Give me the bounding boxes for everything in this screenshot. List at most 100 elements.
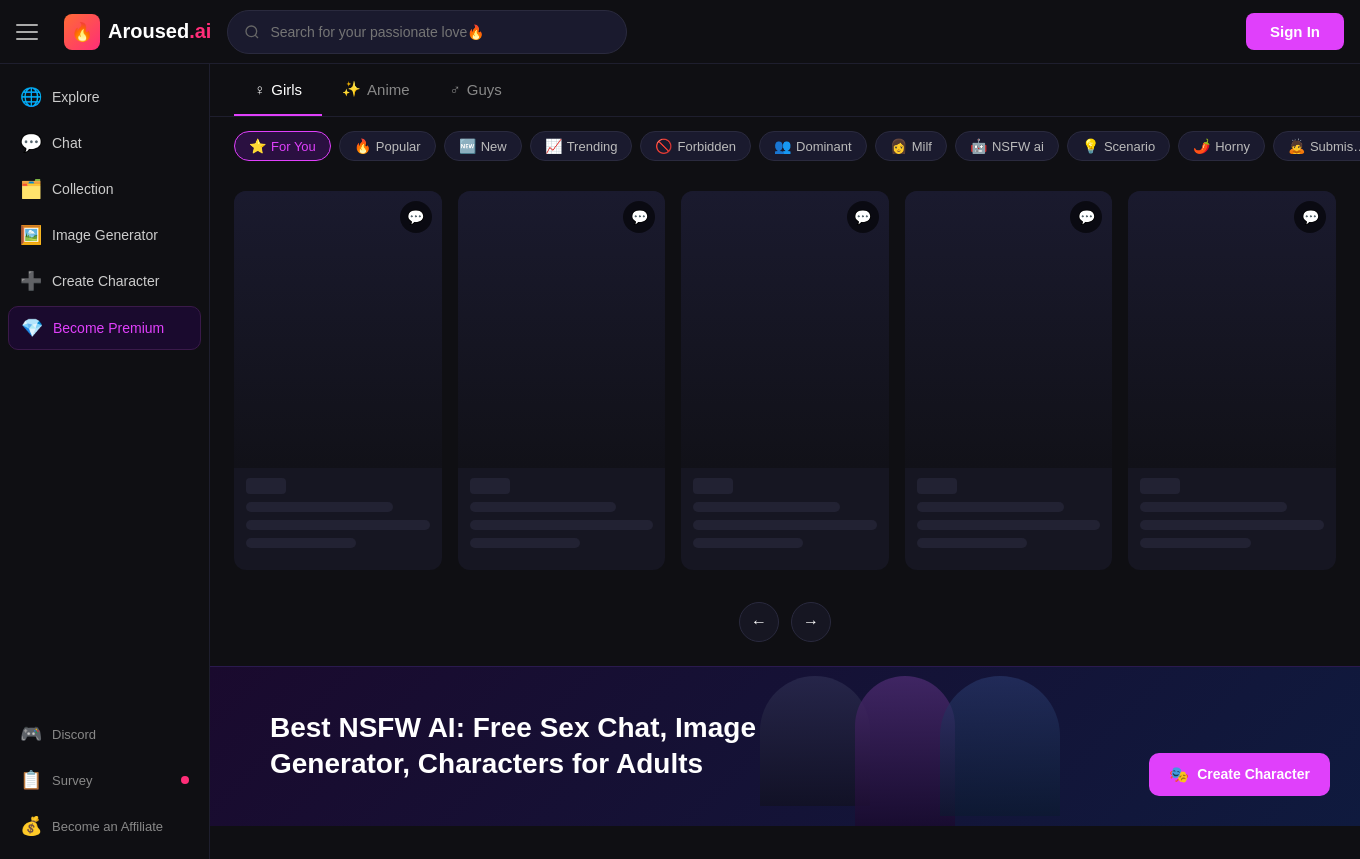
skeleton-line-3 [693, 538, 803, 548]
notification-dot [181, 776, 189, 784]
sidebar-item-explore[interactable]: 🌐 Explore [8, 76, 201, 118]
sidebar-item-affiliate[interactable]: 💰 Become an Affiliate [8, 805, 201, 847]
logo-link[interactable]: 🔥 Aroused.ai [64, 14, 211, 50]
sidebar-item-discord[interactable]: 🎮 Discord [8, 713, 201, 755]
discord-icon: 🎮 [20, 723, 42, 745]
filter-tag-horny[interactable]: 🌶️ Horny [1178, 131, 1265, 161]
filter-tag-label: NSFW ai [992, 139, 1044, 154]
card-body [458, 468, 666, 570]
sidebar-item-label: Discord [52, 727, 96, 742]
card-body [681, 468, 889, 570]
category-tab-girls[interactable]: ♀ Girls [234, 65, 322, 116]
sidebar-item-image-generator[interactable]: 🖼️ Image Generator [8, 214, 201, 256]
cards-section: 💬 💬 💬 💬 [210, 175, 1360, 586]
sidebar-item-collection[interactable]: 🗂️ Collection [8, 168, 201, 210]
next-page-button[interactable]: → [791, 602, 831, 642]
skeleton-line-3 [917, 538, 1027, 548]
anime-gender-icon: ✨ [342, 80, 361, 98]
filter-tag-label: Milf [912, 139, 932, 154]
filter-tag-label: Scenario [1104, 139, 1155, 154]
cards-grid: 💬 💬 💬 💬 [234, 191, 1336, 570]
category-tab-anime[interactable]: ✨ Anime [322, 64, 430, 116]
skeleton-line-2 [693, 520, 877, 530]
filter-tag-label: Popular [376, 139, 421, 154]
search-input[interactable] [270, 24, 610, 40]
table-row[interactable]: 💬 [234, 191, 442, 570]
category-tab-guys[interactable]: ♂ Guys [430, 65, 522, 116]
filter-tag-label: Forbidden [677, 139, 736, 154]
filter-tag-trending[interactable]: 📈 Trending [530, 131, 633, 161]
card-chat-button[interactable]: 💬 [1294, 201, 1326, 233]
table-row[interactable]: 💬 [681, 191, 889, 570]
image-generator-icon: 🖼️ [20, 224, 42, 246]
milf-icon: 👩 [890, 138, 907, 154]
filter-tag-nsfw-ai[interactable]: 🤖 NSFW ai [955, 131, 1059, 161]
filter-tag-forbidden[interactable]: 🚫 Forbidden [640, 131, 751, 161]
skeleton-line-1 [246, 502, 393, 512]
filter-tag-for-you[interactable]: ⭐ For You [234, 131, 331, 161]
skeleton-line-2 [470, 520, 654, 530]
hamburger-button[interactable] [16, 16, 48, 48]
skeleton-tag [246, 478, 286, 494]
sign-in-button[interactable]: Sign In [1246, 13, 1344, 50]
sidebar-item-survey[interactable]: 📋 Survey [8, 759, 201, 801]
dominant-icon: 👥 [774, 138, 791, 154]
sidebar-item-label: Create Character [52, 273, 159, 289]
sidebar-item-label: Explore [52, 89, 99, 105]
bottom-banner: Best NSFW AI: Free Sex Chat, Image Gener… [210, 666, 1360, 826]
guys-gender-icon: ♂ [450, 81, 461, 98]
for-you-icon: ⭐ [249, 138, 266, 154]
sidebar-item-become-premium[interactable]: 💎 Become Premium [8, 306, 201, 350]
sidebar: 🌐 Explore💬 Chat🗂️ Collection🖼️ Image Gen… [0, 64, 210, 859]
collection-icon: 🗂️ [20, 178, 42, 200]
logo-text: Aroused.ai [108, 20, 211, 43]
card-chat-button[interactable]: 💬 [400, 201, 432, 233]
card-chat-button[interactable]: 💬 [1070, 201, 1102, 233]
filter-tag-new[interactable]: 🆕 New [444, 131, 522, 161]
chat-icon: 💬 [20, 132, 42, 154]
filter-tag-label: Dominant [796, 139, 852, 154]
sidebar-item-label: Collection [52, 181, 113, 197]
table-row[interactable]: 💬 [905, 191, 1113, 570]
skeleton-line-2 [1140, 520, 1324, 530]
skeleton-line-1 [470, 502, 617, 512]
main-layout: 🌐 Explore💬 Chat🗂️ Collection🖼️ Image Gen… [0, 64, 1360, 859]
filter-tag-label: Submis… [1310, 139, 1360, 154]
table-row[interactable]: 💬 [458, 191, 666, 570]
sidebar-bottom: 🎮 Discord 📋 Survey 💰 Become an Affiliate [8, 701, 201, 847]
skeleton-line-3 [246, 538, 356, 548]
cat-tab-label: Guys [467, 81, 502, 98]
sidebar-item-chat[interactable]: 💬 Chat [8, 122, 201, 164]
filter-tags: ⭐ For You🔥 Popular🆕 New📈 Trending🚫 Forbi… [210, 117, 1360, 175]
cat-tab-label: Anime [367, 81, 410, 98]
logo-icon: 🔥 [64, 14, 100, 50]
sidebar-item-label: Become Premium [53, 320, 164, 336]
filter-tag-label: For You [271, 139, 316, 154]
forbidden-icon: 🚫 [655, 138, 672, 154]
skeleton-tag [693, 478, 733, 494]
search-icon [244, 24, 260, 40]
filter-tag-milf[interactable]: 👩 Milf [875, 131, 947, 161]
sidebar-item-create-character[interactable]: ➕ Create Character [8, 260, 201, 302]
cat-tab-label: Girls [271, 81, 302, 98]
filter-tag-popular[interactable]: 🔥 Popular [339, 131, 436, 161]
card-chat-button[interactable]: 💬 [847, 201, 879, 233]
skeleton-line-3 [1140, 538, 1250, 548]
filter-tag-dominant[interactable]: 👥 Dominant [759, 131, 867, 161]
submissive-icon: 🙇 [1288, 138, 1305, 154]
filter-tag-scenario[interactable]: 💡 Scenario [1067, 131, 1170, 161]
girls-gender-icon: ♀ [254, 81, 265, 98]
table-row[interactable]: 💬 [1128, 191, 1336, 570]
card-image: 💬 [681, 191, 889, 468]
filter-tag-submissive[interactable]: 🙇 Submis… [1273, 131, 1360, 161]
banner-title: Best NSFW AI: Free Sex Chat, Image Gener… [270, 710, 870, 783]
skeleton-line-2 [246, 520, 430, 530]
card-chat-button[interactable]: 💬 [623, 201, 655, 233]
card-image: 💬 [905, 191, 1113, 468]
filter-tag-label: Horny [1215, 139, 1250, 154]
skeleton-line-3 [470, 538, 580, 548]
prev-page-button[interactable]: ← [739, 602, 779, 642]
scenario-icon: 💡 [1082, 138, 1099, 154]
filter-tag-label: New [481, 139, 507, 154]
content-area: ♀ Girls✨ Anime♂ Guys ⭐ For You🔥 Popular🆕… [210, 64, 1360, 859]
